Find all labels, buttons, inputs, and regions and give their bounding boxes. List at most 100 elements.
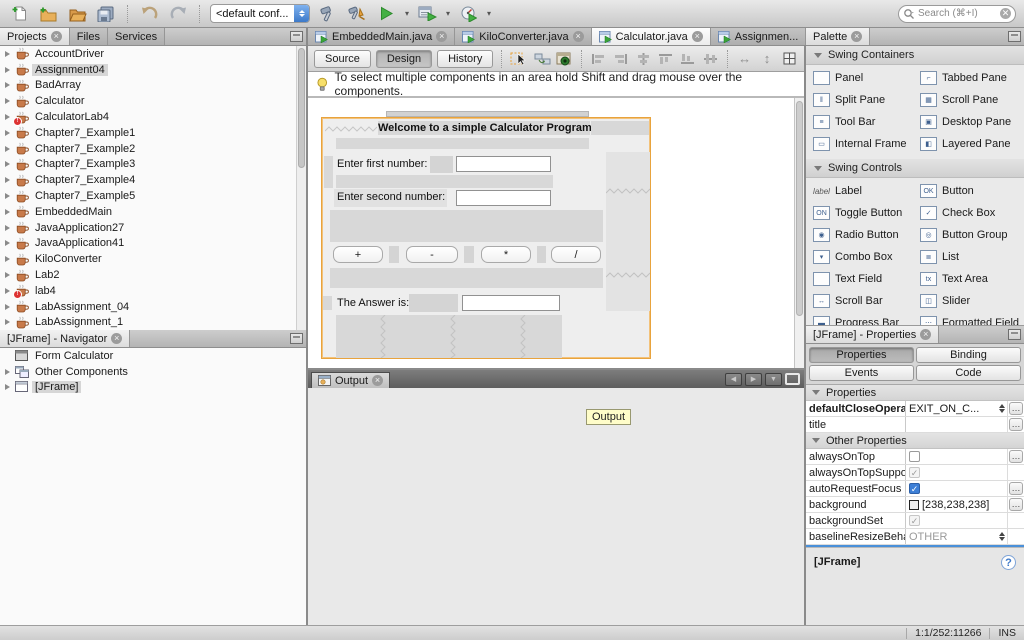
undo-icon[interactable] [138, 4, 160, 24]
project-item[interactable]: AccountDriver [0, 46, 306, 62]
profile-caret-icon[interactable]: ▾ [487, 9, 491, 18]
form-filler[interactable] [537, 246, 546, 263]
properties-category-button[interactable]: Properties [809, 347, 914, 363]
open-project-icon[interactable] [66, 4, 88, 24]
form-filler[interactable] [324, 156, 333, 188]
expander-icon[interactable] [5, 66, 10, 73]
answer-field[interactable] [462, 295, 560, 311]
ellipsis-button[interactable]: … [1009, 482, 1023, 495]
expander-icon[interactable] [5, 98, 10, 105]
scrollbar-thumb[interactable] [796, 101, 803, 316]
second-number-field[interactable] [456, 190, 551, 206]
plus-button[interactable]: + [333, 246, 383, 263]
expander-icon[interactable] [5, 82, 10, 89]
new-project-icon[interactable] [37, 4, 59, 24]
property-value[interactable]: OTHER [906, 529, 1007, 544]
project-item[interactable]: KiloConverter [0, 251, 306, 267]
palette-item-button[interactable]: Button [917, 180, 1024, 202]
palette-item-check-box[interactable]: Check Box [917, 202, 1024, 224]
palette-item-tabbed-pane[interactable]: Tabbed Pane [917, 67, 1024, 89]
expander-icon[interactable] [5, 114, 10, 121]
property-value[interactable]: ✓ [906, 513, 1007, 528]
tab-palette[interactable]: Palette × [806, 28, 871, 45]
form-filler[interactable] [430, 156, 453, 173]
expander-icon[interactable] [5, 303, 10, 310]
expander-icon[interactable] [5, 368, 10, 375]
palette-item-split-pane[interactable]: Split Pane [810, 89, 917, 111]
close-icon[interactable]: × [50, 31, 62, 42]
editor-tab-kiloconverter-java[interactable]: KiloConverter.java × [455, 28, 592, 45]
palette-section-header[interactable]: Swing Containers [806, 46, 1024, 65]
project-item[interactable]: Chapter7_Example2 [0, 141, 306, 157]
binding-category-button[interactable]: Binding [916, 347, 1021, 363]
palette-item-tool-bar[interactable]: Tool Bar [810, 111, 917, 133]
form-filler[interactable] [409, 294, 458, 312]
close-icon[interactable]: × [691, 31, 703, 42]
tab-navigator[interactable]: [JFrame] - Navigator × [0, 330, 131, 347]
navigator-item[interactable]: [JFrame] [0, 380, 306, 396]
design-button[interactable]: Design [375, 49, 433, 68]
project-item[interactable]: EmbeddedMain [0, 204, 306, 220]
form-filler[interactable] [591, 121, 649, 135]
expander-icon[interactable] [5, 161, 10, 168]
expander-icon[interactable] [5, 224, 10, 231]
expander-icon[interactable] [5, 145, 10, 152]
first-number-field[interactable] [456, 156, 551, 172]
close-icon[interactable]: × [851, 31, 863, 42]
expander-icon[interactable] [5, 240, 10, 247]
output-body[interactable]: Output [308, 388, 804, 625]
tab-files[interactable]: Files [69, 28, 108, 45]
value-stepper-icon[interactable] [999, 404, 1005, 413]
form-panel[interactable] [336, 315, 562, 358]
palette-item-text-area[interactable]: Text Area [917, 268, 1024, 290]
run-caret-icon[interactable]: ▾ [405, 9, 409, 18]
new-file-icon[interactable] [8, 4, 30, 24]
project-item[interactable]: CalculatorLab4 [0, 109, 306, 126]
float-window-icon[interactable] [290, 333, 303, 344]
float-window-icon[interactable] [1008, 329, 1021, 340]
preview-design-icon[interactable] [556, 50, 573, 68]
connection-mode-icon[interactable] [533, 50, 550, 68]
form-filler[interactable] [389, 246, 399, 263]
code-category-button[interactable]: Code [916, 365, 1021, 381]
value-stepper-icon[interactable] [999, 532, 1005, 541]
property-value[interactable]: ✓ [906, 465, 1007, 480]
project-item[interactable]: JavaApplication27 [0, 220, 306, 236]
resize-horizontal-icon[interactable]: ↔ [736, 50, 753, 68]
close-icon[interactable]: × [372, 375, 384, 386]
project-item[interactable]: Chapter7_Example3 [0, 157, 306, 173]
property-value[interactable]: [238,238,238] [906, 497, 1007, 512]
grid-icon[interactable] [781, 50, 798, 68]
property-value[interactable]: EXIT_ON_C... [906, 401, 1007, 416]
scrollbar-thumb[interactable] [298, 48, 305, 168]
property-value[interactable] [906, 417, 1007, 432]
close-icon[interactable]: × [572, 31, 584, 42]
palette-item-scroll-pane[interactable]: Scroll Pane [917, 89, 1024, 111]
form-title-label[interactable]: Welcome to a simple Calculator Program [378, 121, 592, 135]
palette-item-toggle-button[interactable]: Toggle Button [810, 202, 917, 224]
property-value[interactable] [906, 449, 1007, 464]
palette-item-panel[interactable]: Panel [810, 67, 917, 89]
tab-properties[interactable]: [JFrame] - Properties × [806, 326, 940, 343]
form-filler[interactable] [336, 138, 589, 149]
maximize-window-icon[interactable] [785, 373, 800, 385]
profile-project-icon[interactable] [457, 4, 479, 24]
history-button[interactable]: History [437, 49, 494, 68]
palette-item-list[interactable]: List [917, 246, 1024, 268]
ellipsis-button[interactable]: … [1009, 450, 1023, 463]
vertical-filler[interactable] [606, 152, 650, 311]
properties-section-header[interactable]: Other Properties [806, 433, 1024, 449]
expander-icon[interactable] [5, 129, 10, 136]
expander-icon[interactable] [5, 208, 10, 215]
expander-icon[interactable] [5, 319, 10, 326]
align-left-icon[interactable] [590, 50, 607, 68]
palette-item-desktop-pane[interactable]: Desktop Pane [917, 111, 1024, 133]
scroll-right-icon[interactable]: ▶ [745, 372, 762, 386]
minus-button[interactable]: - [406, 246, 458, 263]
palette-item-radio-button[interactable]: Radio Button [810, 224, 917, 246]
expander-icon[interactable] [5, 177, 10, 184]
palette-item-internal-frame[interactable]: Internal Frame [810, 133, 917, 155]
property-value[interactable]: ✓ [906, 481, 1007, 496]
close-icon[interactable]: × [111, 333, 123, 344]
form-panel[interactable] [330, 268, 603, 288]
